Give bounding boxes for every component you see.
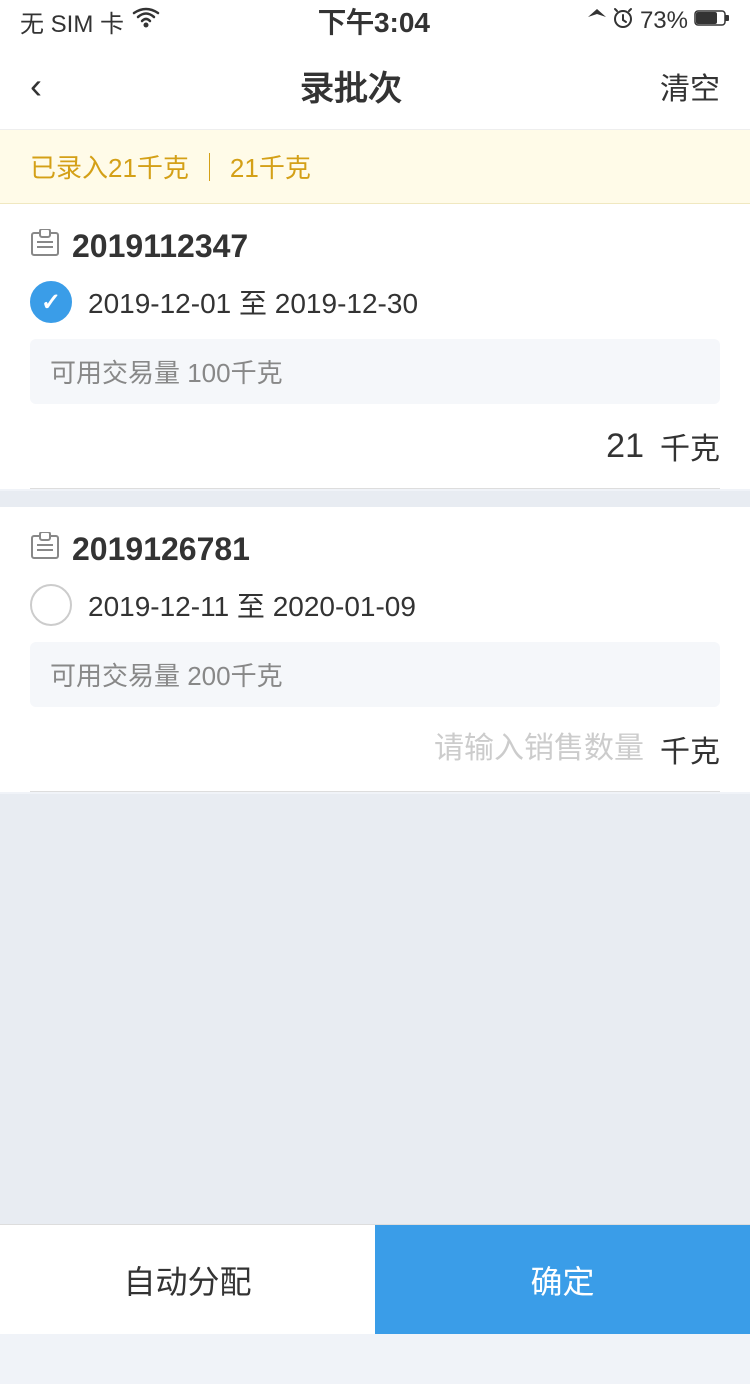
batch-radio-1[interactable]: [30, 281, 72, 323]
section-divider: [0, 491, 750, 507]
battery-icon: [694, 7, 730, 35]
confirm-button[interactable]: 确定: [375, 1225, 750, 1334]
batch-avail-row-1: 可用交易量 100千克: [30, 339, 720, 404]
bottom-bar: 自动分配 确定: [0, 1224, 750, 1334]
nav-bar: ‹ 录批次 清空: [0, 42, 750, 130]
batch-avail-row-2: 可用交易量 200千克: [30, 642, 720, 707]
no-sim-text: 无 SIM 卡: [20, 4, 124, 39]
batch-header-2: 2019126781: [0, 507, 750, 576]
info-banner: 已录入21千克 21千克: [0, 130, 750, 204]
batch-date-row-1: 2019-12-01 至 2019-12-30: [0, 273, 750, 331]
total-amount: 21千克: [230, 148, 311, 185]
status-right: 73%: [588, 7, 730, 36]
batch-id-1: 2019112347: [72, 228, 248, 265]
batch-date-row-2: 2019-12-11 至 2020-01-09: [0, 576, 750, 634]
batch-icon-1: [30, 229, 60, 265]
qty-row-1: 千克: [0, 404, 750, 488]
banner-divider: [209, 153, 210, 181]
page-title: 录批次: [300, 61, 402, 110]
content-area: 已录入21千克 21千克 2019112347 2019-12-01 至 201…: [0, 130, 750, 1384]
batch-icon-2: [30, 532, 60, 568]
qty-unit-1: 千克: [660, 424, 720, 468]
qty-divider-1: [30, 488, 720, 489]
batch-card-1: 2019112347 2019-12-01 至 2019-12-30 可用交易量…: [0, 204, 750, 489]
location-icon: [588, 7, 606, 36]
clear-button[interactable]: 清空: [660, 64, 720, 108]
qty-input-2[interactable]: [384, 732, 644, 766]
batch-date-1: 2019-12-01 至 2019-12-30: [88, 282, 418, 322]
qty-unit-2: 千克: [660, 727, 720, 771]
back-button[interactable]: ‹: [30, 65, 42, 107]
qty-row-2: 千克: [0, 707, 750, 791]
battery-text: 73%: [640, 7, 688, 35]
batch-avail-2: 可用交易量 200千克: [50, 661, 283, 691]
qty-divider-2: [30, 791, 720, 792]
alarm-icon: [612, 7, 634, 36]
batch-date-2: 2019-12-11 至 2020-01-09: [88, 585, 416, 625]
recorded-amount: 已录入21千克: [30, 148, 189, 185]
batch-header-1: 2019112347: [0, 204, 750, 273]
batch-radio-2[interactable]: [30, 584, 72, 626]
wifi-icon: [132, 7, 160, 36]
empty-area: [0, 794, 750, 1274]
status-time: 下午3:04: [318, 1, 430, 41]
status-bar: 无 SIM 卡 下午3:04 73: [0, 0, 750, 42]
batch-id-2: 2019126781: [72, 531, 250, 568]
auto-distribute-button[interactable]: 自动分配: [0, 1225, 375, 1334]
status-left: 无 SIM 卡: [20, 4, 160, 39]
batch-card-2: 2019126781 2019-12-11 至 2020-01-09 可用交易量…: [0, 507, 750, 792]
qty-input-1[interactable]: [564, 427, 644, 466]
batch-avail-1: 可用交易量 100千克: [50, 358, 283, 388]
